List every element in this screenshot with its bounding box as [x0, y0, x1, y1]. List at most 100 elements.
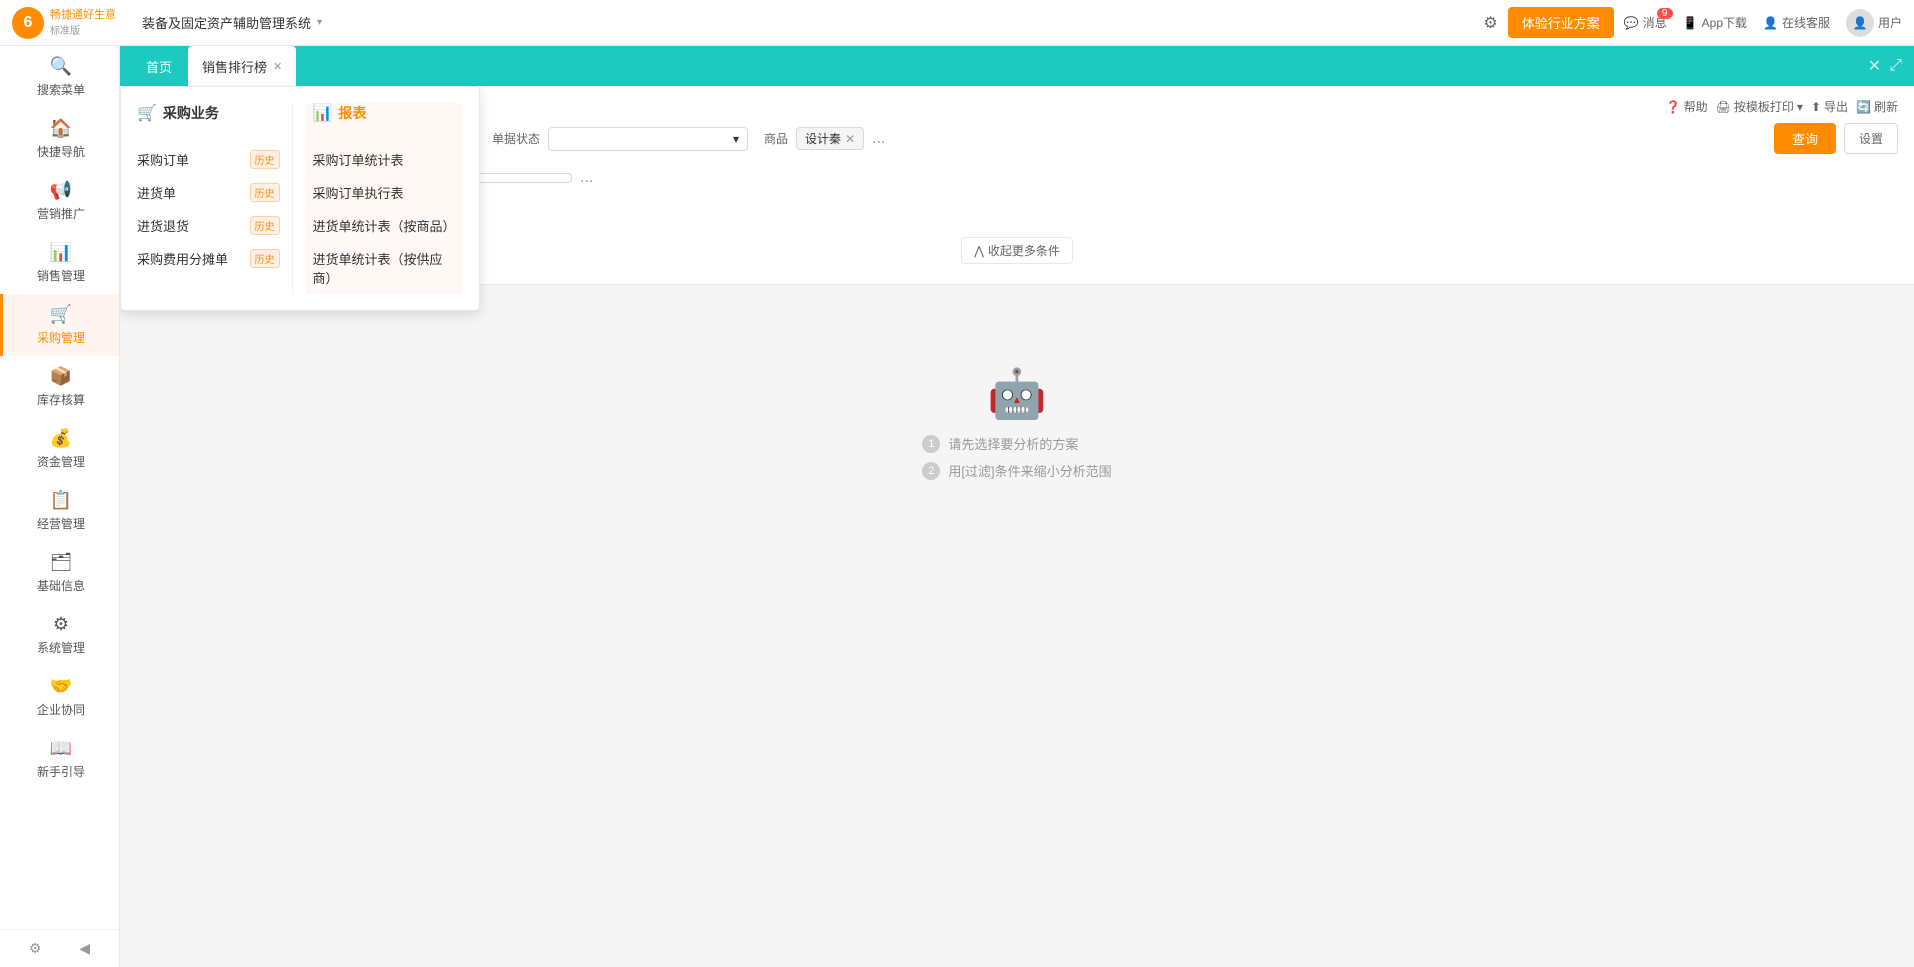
- tabbar: 首页 销售排行榜 ✕ ✕ ⤢ 🛒 采购业务 采购订单: [120, 46, 1914, 86]
- purchase-cost-label: 采购费用分摊单: [137, 249, 250, 268]
- dropdown-item-goods-stats-by-supplier[interactable]: 进货单统计表（按供应商）: [313, 242, 456, 294]
- goods-tag-close[interactable]: ✕: [845, 132, 855, 146]
- sidebar-bottom: ⚙ ◀: [0, 929, 119, 967]
- empty-state: 🤖 1 请先选择要分析的方案 2 用[过滤]条件来缩小分析范围: [120, 285, 1914, 560]
- sidebar-item-guide[interactable]: 📖 新手引导: [0, 728, 119, 790]
- goods-stats-product-label: 进货单统计表（按商品）: [313, 216, 456, 235]
- sidebar-label-sales: 销售管理: [37, 267, 85, 284]
- sidebar-item-search[interactable]: 🔍 搜索菜单: [0, 46, 119, 108]
- purchase-order-exec-label: 采购订单执行表: [313, 183, 456, 202]
- dropdown-item-goods-stats-by-product[interactable]: 进货单统计表（按商品）: [313, 209, 456, 242]
- sidebar-item-marketing[interactable]: 📢 营销推广: [0, 170, 119, 232]
- sidebar-item-purchase[interactable]: 🛒 采购管理: [0, 294, 119, 356]
- sidebar-label-search: 搜索菜单: [37, 81, 85, 98]
- tab-home[interactable]: 首页: [132, 46, 186, 86]
- tabbar-actions: ✕ ⤢: [1868, 56, 1902, 76]
- tab-close-all-btn[interactable]: ✕: [1868, 56, 1881, 76]
- topbar-right: 💬 消息 9 📱 App下载 👤 在线客服 👤 用户: [1624, 9, 1902, 37]
- sidebar-settings-btn[interactable]: ⚙: [29, 940, 42, 957]
- sidebar-label-quick-nav: 快捷导航: [37, 143, 85, 160]
- goods-dots[interactable]: ...: [872, 130, 885, 148]
- refresh-icon: 🔄: [1856, 100, 1871, 114]
- dropdown-item-purchase-order-stats[interactable]: 采购订单统计表: [313, 143, 456, 176]
- message-badge: 9: [1657, 8, 1673, 19]
- query-btn[interactable]: 查询: [1774, 123, 1836, 154]
- report-col-title: 📊 报表: [313, 103, 456, 131]
- sidebar-label-guide: 新手引导: [37, 763, 85, 780]
- system-title: 装备及固定资产辅助管理系统 ▾: [142, 13, 1473, 32]
- step-2-num: 2: [922, 462, 940, 480]
- layout: 🔍 搜索菜单 🏠 快捷导航 📢 营销推广 📊 销售管理 🛒 采购管理 📦 库存核…: [0, 46, 1914, 967]
- logo-text: 畅捷通好生意: [50, 8, 116, 22]
- user-btn[interactable]: 👤 用户: [1846, 9, 1902, 37]
- purchase-col-title: 🛒 采购业务: [137, 103, 280, 131]
- sidebar-label-inventory: 库存核算: [37, 391, 85, 408]
- app-label: App下载: [1702, 14, 1747, 31]
- empty-step-2: 2 用[过滤]条件来缩小分析范围: [922, 461, 1111, 480]
- dropdown-item-purchase-cost[interactable]: 采购费用分摊单 历史: [137, 242, 280, 275]
- help-link[interactable]: ❓ 帮助: [1666, 98, 1708, 115]
- settings-icon[interactable]: ⚙: [1483, 13, 1497, 33]
- message-icon: 💬: [1624, 16, 1639, 30]
- tab-maximize-btn[interactable]: ⤢: [1889, 57, 1902, 75]
- help-icon: ❓: [1666, 100, 1681, 114]
- settings-btn[interactable]: 设置: [1844, 123, 1898, 154]
- purchase-col: 🛒 采购业务 采购订单 历史 进货单 历史 进货退货 历史: [137, 103, 280, 294]
- sidebar-label-system: 系统管理: [37, 639, 85, 656]
- empty-illustration: 🤖: [987, 365, 1047, 422]
- sidebar-item-enterprise[interactable]: 🤝 企业协同: [0, 666, 119, 728]
- purchase-col-title-text: 采购业务: [163, 103, 219, 123]
- sidebar-item-inventory[interactable]: 📦 库存核算: [0, 356, 119, 418]
- goods-return-badge: 历史: [250, 216, 280, 235]
- logo: 6 畅捷通好生意 标准版: [12, 7, 132, 39]
- app-download-btn[interactable]: 📱 App下载: [1683, 14, 1747, 31]
- status-select[interactable]: ▾: [548, 127, 748, 151]
- sidebar-label-purchase: 采购管理: [37, 329, 85, 346]
- app-icon: 📱: [1683, 16, 1698, 30]
- step-1-text: 请先选择要分析的方案: [948, 434, 1078, 453]
- export-icon: ⬆: [1811, 100, 1821, 114]
- logo-text-block: 畅捷通好生意 标准版: [50, 8, 116, 37]
- system-icon: ⚙: [53, 614, 69, 635]
- sidebar-collapse-btn[interactable]: ◀: [79, 940, 90, 957]
- sidebar-item-operation[interactable]: 📋 经营管理: [0, 480, 119, 542]
- user-label: 用户: [1878, 14, 1902, 31]
- tab-close-icon[interactable]: ✕: [273, 60, 282, 73]
- sidebar-item-basic[interactable]: 🗂 基础信息: [0, 542, 119, 604]
- sidebar-item-finance[interactable]: 💰 资金管理: [0, 418, 119, 480]
- service-btn[interactable]: 👤 在线客服: [1763, 14, 1830, 31]
- sales-icon: 📊: [50, 242, 72, 263]
- tab-sales-ranking[interactable]: 销售排行榜 ✕: [188, 46, 296, 86]
- export-link[interactable]: ⬆ 导出: [1811, 98, 1848, 115]
- sidebar-label-marketing: 营销推广: [37, 205, 85, 222]
- tab-sales-ranking-label: 销售排行榜: [202, 57, 267, 76]
- collapse-btn[interactable]: ⋀ 收起更多条件: [961, 237, 1073, 264]
- avatar: 👤: [1846, 9, 1874, 37]
- goods-stats-supplier-label: 进货单统计表（按供应商）: [313, 249, 456, 287]
- sidebar: 🔍 搜索菜单 🏠 快捷导航 📢 营销推广 📊 销售管理 🛒 采购管理 📦 库存核…: [0, 46, 120, 967]
- print-link[interactable]: 🖨 按模板打印 ▾: [1716, 98, 1803, 115]
- operation-icon: 📋: [50, 490, 72, 511]
- dropdown-item-purchase-order-exec[interactable]: 采购订单执行表: [313, 176, 456, 209]
- purchase-cost-badge: 历史: [250, 249, 280, 268]
- service-label: 在线客服: [1782, 14, 1830, 31]
- sidebar-label-enterprise: 企业协同: [37, 701, 85, 718]
- dropdown-item-goods-receipt[interactable]: 进货单 历史: [137, 176, 280, 209]
- dropdown-item-goods-return[interactable]: 进货退货 历史: [137, 209, 280, 242]
- staff-dots[interactable]: ...: [580, 169, 593, 187]
- logo-badge: 标准版: [50, 22, 116, 37]
- purchase-order-label: 采购订单: [137, 150, 250, 169]
- report-col-title-text: 报表: [338, 103, 366, 123]
- dropdown-item-purchase-order[interactable]: 采购订单 历史: [137, 143, 280, 176]
- refresh-link[interactable]: 🔄 刷新: [1856, 98, 1898, 115]
- system-dropdown-arrow[interactable]: ▾: [317, 17, 322, 28]
- step-2-text: 用[过滤]条件来缩小分析范围: [948, 461, 1111, 480]
- goods-tag[interactable]: 设计秦 ✕: [796, 127, 864, 150]
- search-icon: 🔍: [50, 56, 72, 77]
- main-content: 首页 销售排行榜 ✕ ✕ ⤢ 🛒 采购业务 采购订单: [120, 46, 1914, 967]
- sidebar-item-quick-nav[interactable]: 🏠 快捷导航: [0, 108, 119, 170]
- industry-btn[interactable]: 体验行业方案: [1508, 7, 1614, 38]
- sidebar-item-sales[interactable]: 📊 销售管理: [0, 232, 119, 294]
- sidebar-item-system[interactable]: ⚙ 系统管理: [0, 604, 119, 666]
- message-btn[interactable]: 💬 消息 9: [1624, 14, 1667, 31]
